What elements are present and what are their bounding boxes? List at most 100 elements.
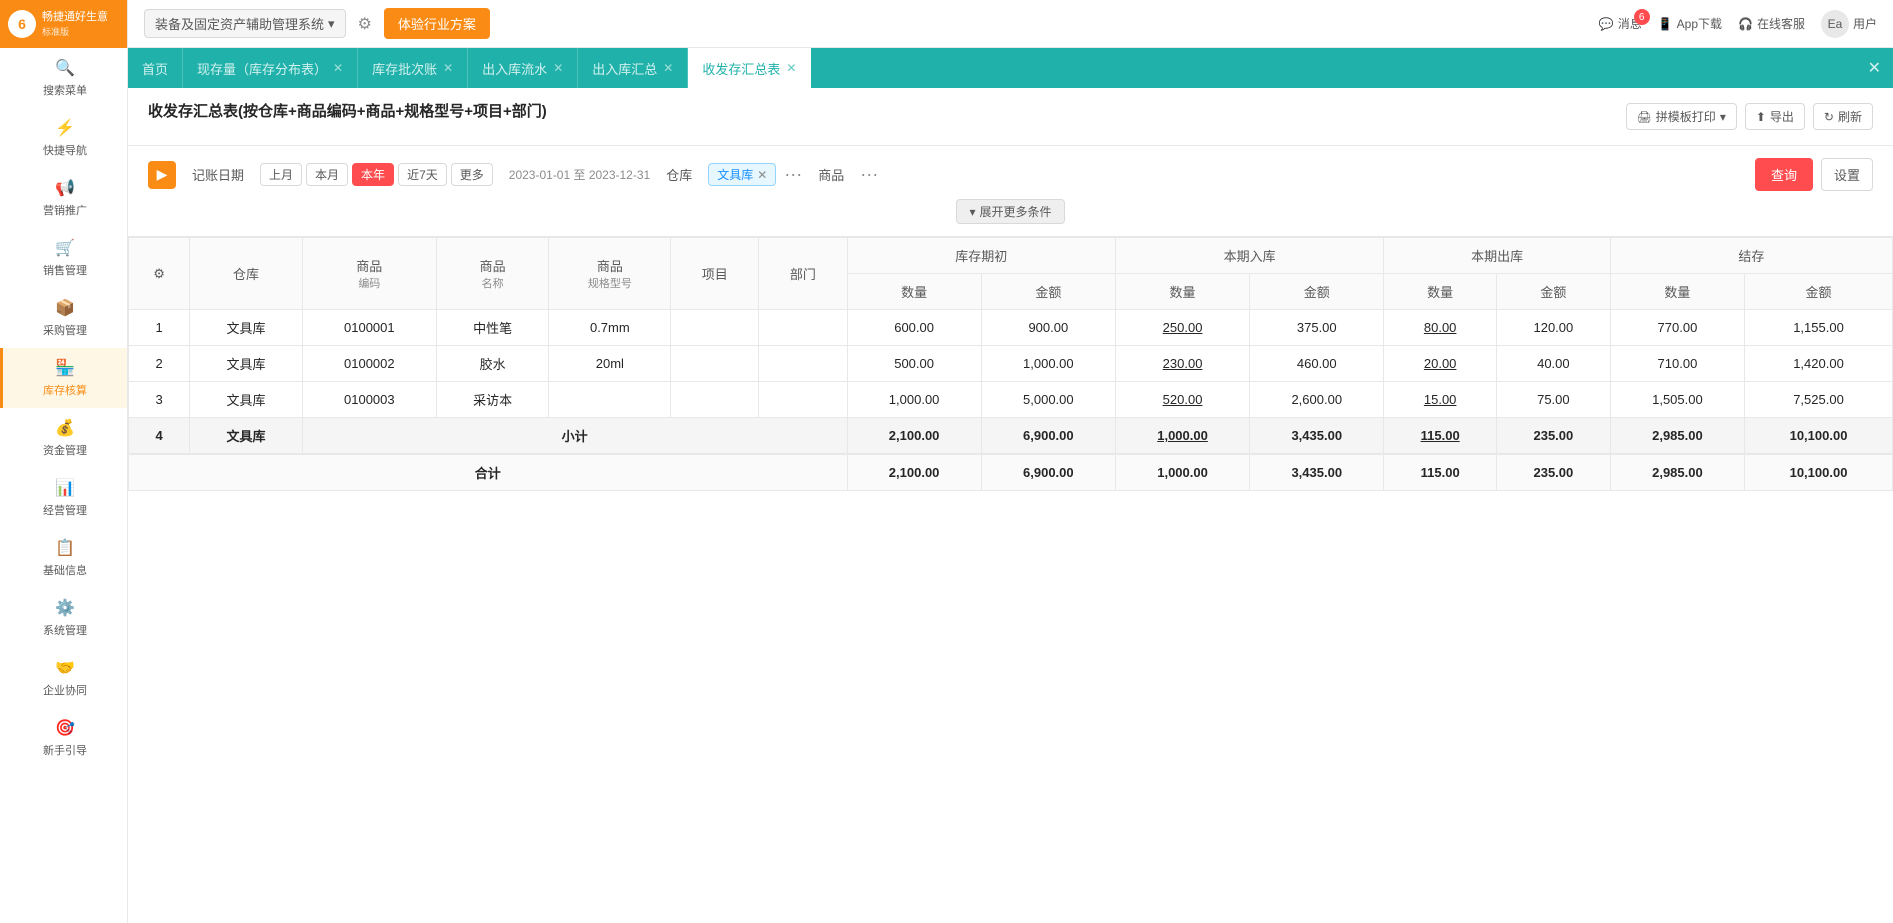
- date-btn-this-year[interactable]: 本年: [352, 163, 394, 186]
- th-project: 项目: [671, 238, 759, 310]
- th-settings[interactable]: ⚙: [129, 238, 190, 310]
- online-service-label: 在线客服: [1757, 15, 1805, 32]
- cell-out-qty-0[interactable]: 80.00: [1384, 310, 1497, 346]
- total-out-amt: 235.00: [1496, 454, 1610, 491]
- total-label: 合计: [129, 454, 848, 491]
- message-action[interactable]: 💬 消息 6: [1599, 15, 1642, 32]
- tab-batch-ledger[interactable]: 库存批次账 ✕: [358, 48, 468, 88]
- cell-code-1: 0100002: [302, 346, 436, 382]
- cell-out-amt-2: 75.00: [1496, 382, 1610, 418]
- sidebar-item-label-marketing: 营销推广: [43, 202, 87, 218]
- cell-index-2: 3: [129, 382, 190, 418]
- goods-more-icon[interactable]: ···: [860, 164, 878, 185]
- sidebar-item-label-system: 系统管理: [43, 622, 87, 638]
- query-button[interactable]: 查询: [1755, 158, 1813, 191]
- refresh-button[interactable]: ↻ 刷新: [1813, 103, 1873, 130]
- user-action[interactable]: Ea 用户: [1821, 10, 1877, 38]
- column-settings-icon[interactable]: ⚙: [153, 266, 165, 281]
- subtotal-out-qty[interactable]: 115.00: [1384, 418, 1497, 455]
- topbar-actions: 💬 消息 6 📱 App下载 🎧 在线客服 Ea 用户: [1599, 10, 1877, 38]
- cell-opening-qty-2: 1,000.00: [847, 382, 981, 418]
- date-btn-more[interactable]: 更多: [451, 163, 493, 186]
- system-select[interactable]: 装备及固定资产辅助管理系统 ▾: [144, 9, 346, 38]
- total-balance-amt: 10,100.00: [1745, 454, 1893, 491]
- tab-close-inout-summary[interactable]: ✕: [663, 61, 673, 75]
- sidebar-item-label-inventory: 库存核算: [43, 382, 87, 398]
- cell-balance-amt-2: 7,525.00: [1745, 382, 1893, 418]
- warehouse-tag: 文具库 ✕: [708, 163, 776, 186]
- warehouse-tag-close-icon[interactable]: ✕: [757, 168, 767, 182]
- cell-name-2: 采访本: [436, 382, 548, 418]
- tab-inout-summary[interactable]: 出入库汇总✕: [578, 48, 688, 88]
- export-button[interactable]: ⬆ 导出: [1745, 103, 1805, 130]
- guide-icon: 🎯: [55, 718, 75, 738]
- print-button[interactable]: 🖨 拼模板打印 ▾: [1626, 103, 1737, 130]
- date-btn-last-month[interactable]: 上月: [260, 163, 302, 186]
- online-service-action[interactable]: 🎧 在线客服: [1738, 15, 1805, 32]
- cell-dept-0: [759, 310, 847, 346]
- cell-out-qty-1[interactable]: 20.00: [1384, 346, 1497, 382]
- settings-icon[interactable]: ⚙: [358, 14, 372, 34]
- cell-out-qty-2[interactable]: 15.00: [1384, 382, 1497, 418]
- expand-more-button[interactable]: ▾ 展开更多条件: [956, 199, 1064, 224]
- tab-close-inventory-dist[interactable]: ✕: [333, 61, 343, 75]
- total-in-amt: 3,435.00: [1250, 454, 1384, 491]
- sidebar-item-sales[interactable]: 🛒 销售管理: [0, 228, 127, 288]
- filter-expand-button[interactable]: ▶: [148, 161, 176, 189]
- tab-label-batch-ledger: 库存批次账: [372, 59, 437, 78]
- sidebar-item-enterprise[interactable]: 🤝 企业协同: [0, 648, 127, 708]
- tab-close-batch-ledger[interactable]: ✕: [443, 61, 453, 75]
- settings-button[interactable]: 设置: [1821, 158, 1873, 191]
- cell-out-amt-1: 40.00: [1496, 346, 1610, 382]
- sidebar-item-search[interactable]: 🔍 搜索菜单: [0, 48, 127, 108]
- subtotal-row: 4 文具库 小计 2,100.00 6,900.00 1,000.00 3,43…: [129, 418, 1893, 455]
- close-all-icon[interactable]: ✕: [1856, 58, 1893, 78]
- th-spec: 商品规格型号: [549, 238, 671, 310]
- cell-project-0: [671, 310, 759, 346]
- cell-in-qty-1[interactable]: 230.00: [1115, 346, 1249, 382]
- date-btn-7days[interactable]: 近7天: [398, 163, 447, 186]
- cell-index-1: 2: [129, 346, 190, 382]
- refresh-icon: ↻: [1824, 110, 1834, 124]
- sidebar-item-quicknav[interactable]: ⚡ 快捷导航: [0, 108, 127, 168]
- tab-close-inout-flow[interactable]: ✕: [553, 61, 563, 75]
- date-btn-this-month[interactable]: 本月: [306, 163, 348, 186]
- tab-home[interactable]: 首页: [128, 48, 183, 88]
- expand-icon: ▾: [969, 205, 975, 219]
- tab-inout-flow[interactable]: 出入库流水✕: [468, 48, 578, 88]
- sidebar-item-operations[interactable]: 📊 经营管理: [0, 468, 127, 528]
- cell-warehouse-2: 文具库: [190, 382, 302, 418]
- sidebar-item-system[interactable]: ⚙️ 系统管理: [0, 588, 127, 648]
- warehouse-more-icon[interactable]: ···: [784, 164, 802, 185]
- total-balance-qty: 2,985.00: [1610, 454, 1744, 491]
- sidebar-item-finance[interactable]: 💰 资金管理: [0, 408, 127, 468]
- cell-warehouse-1: 文具库: [190, 346, 302, 382]
- subtotal-in-qty[interactable]: 1,000.00: [1115, 418, 1249, 455]
- cell-balance-amt-1: 1,420.00: [1745, 346, 1893, 382]
- headset-icon: 🎧: [1738, 17, 1753, 31]
- sidebar-item-label-enterprise: 企业协同: [43, 682, 87, 698]
- header-right-actions: 🖨 拼模板打印 ▾ ⬆ 导出 ↻ 刷新: [1626, 103, 1873, 130]
- cell-in-qty-0[interactable]: 250.00: [1115, 310, 1249, 346]
- goods-label: 商品: [818, 165, 844, 184]
- sidebar-item-guide[interactable]: 🎯 新手引导: [0, 708, 127, 768]
- sidebar-item-purchase[interactable]: 📦 采购管理: [0, 288, 127, 348]
- sidebar-item-label-operations: 经营管理: [43, 502, 87, 518]
- cell-in-amt-1: 460.00: [1250, 346, 1384, 382]
- cell-in-qty-2[interactable]: 520.00: [1115, 382, 1249, 418]
- th-dept: 部门: [759, 238, 847, 310]
- tab-recv-send-summary[interactable]: 收发存汇总表✕: [688, 48, 811, 88]
- cell-name-1: 胶水: [436, 346, 548, 382]
- tab-inventory-dist[interactable]: 现存量（库存分布表）✕: [183, 48, 358, 88]
- total-in-qty: 1,000.00: [1115, 454, 1249, 491]
- sidebar-item-inventory[interactable]: 🏪 库存核算: [0, 348, 127, 408]
- app-download-label: App下载: [1677, 15, 1722, 32]
- sidebar-item-basic[interactable]: 📋 基础信息: [0, 528, 127, 588]
- cell-spec-2: [549, 382, 671, 418]
- th-opening-qty: 数量: [847, 274, 981, 310]
- tab-close-recv-send-summary[interactable]: ✕: [786, 61, 796, 75]
- experience-button[interactable]: 体验行业方案: [384, 8, 490, 39]
- sidebar-item-marketing[interactable]: 📢 营销推广: [0, 168, 127, 228]
- total-opening-amt: 6,900.00: [981, 454, 1115, 491]
- app-download-action[interactable]: 📱 App下载: [1658, 15, 1722, 32]
